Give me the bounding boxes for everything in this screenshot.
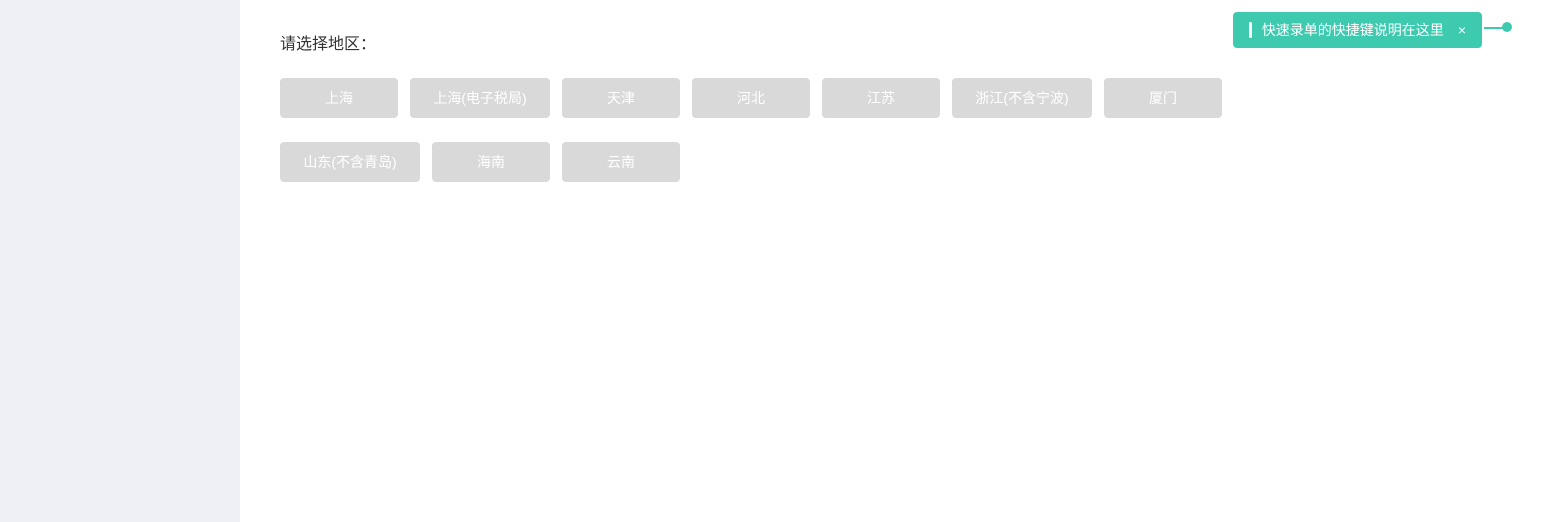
left-sidebar (0, 0, 240, 522)
region-btn-tianjin[interactable]: 天津 (562, 78, 680, 118)
region-btn-hebei[interactable]: 河北 (692, 78, 810, 118)
region-btn-hainan[interactable]: 海南 (432, 142, 550, 182)
region-btn-zhejiang[interactable]: 浙江(不含宁波) (952, 78, 1092, 118)
tooltip-dot (1502, 22, 1512, 32)
tooltip-close-button[interactable]: × (1458, 22, 1466, 38)
region-btn-jiangsu[interactable]: 江苏 (822, 78, 940, 118)
region-buttons-container: 上海 上海(电子税局) 天津 河北 江苏 浙江(不含宁波) 厦门 山东(不含青岛… (280, 78, 1522, 182)
region-btn-xiamen[interactable]: 厦门 (1104, 78, 1222, 118)
region-btn-shanghai[interactable]: 上海 (280, 78, 398, 118)
region-btn-shanghai-etax[interactable]: 上海(电子税局) (410, 78, 550, 118)
main-content: 请选择地区： 上海 上海(电子税局) 天津 河北 江苏 浙江(不含宁波) 厦门 … (240, 0, 1562, 522)
tooltip-text: 快速录单的快捷键说明在这里 (1262, 20, 1444, 40)
region-btn-yunnan[interactable]: 云南 (562, 142, 680, 182)
region-btn-shandong[interactable]: 山东(不含青岛) (280, 142, 420, 182)
tooltip-banner: 快速录单的快捷键说明在这里 × (1233, 12, 1482, 48)
